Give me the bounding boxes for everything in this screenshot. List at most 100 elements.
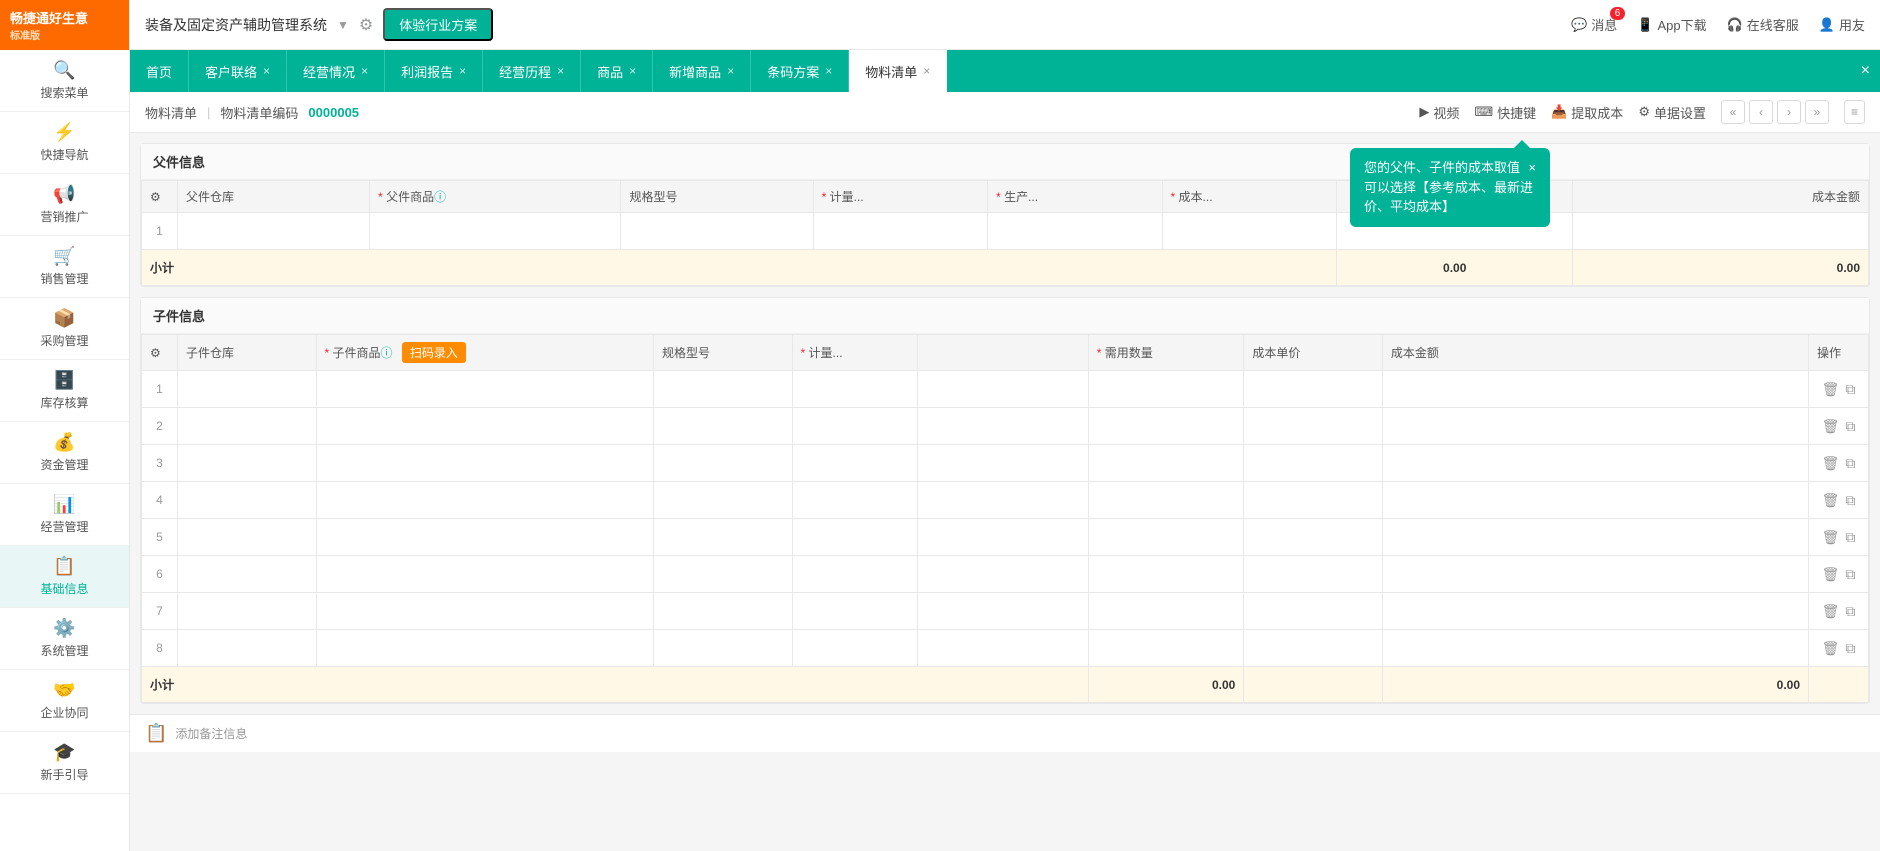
child-goods-4[interactable] (316, 482, 653, 519)
child-unit-7[interactable] (792, 593, 918, 630)
add-note-text[interactable]: 添加备注信息 (175, 725, 247, 742)
tab-bom[interactable]: 物料清单 × (849, 50, 947, 92)
child-goods-info-icon[interactable]: ⓘ (381, 346, 393, 360)
parent-spec-cell[interactable] (621, 213, 813, 250)
child-unit-4[interactable] (792, 482, 918, 519)
child-unit-cost-8[interactable] (1244, 630, 1383, 667)
parent-col-settings[interactable]: ⚙ (142, 181, 178, 213)
child-spec-7[interactable] (654, 593, 793, 630)
copy-row-4-icon[interactable]: ⧉ (1845, 492, 1855, 509)
child-warehouse-1[interactable] (178, 371, 317, 408)
child-quantity-8[interactable] (1088, 630, 1244, 667)
sidebar-item-purchase[interactable]: 📦 采购管理 (0, 298, 129, 360)
copy-row-7-icon[interactable]: ⧉ (1845, 603, 1855, 620)
first-page-button[interactable]: « (1721, 100, 1745, 124)
single-settings-button[interactable]: ⚙ 单据设置 (1638, 103, 1706, 122)
close-all-tabs-button[interactable]: × (1851, 62, 1880, 80)
child-unit-cost-4[interactable] (1244, 482, 1383, 519)
child-warehouse-6[interactable] (178, 556, 317, 593)
child-quantity-5[interactable] (1088, 519, 1244, 556)
trial-button[interactable]: 体验行业方案 (383, 8, 493, 41)
tab-profit-close[interactable]: × (459, 64, 466, 78)
child-quantity-7[interactable] (1088, 593, 1244, 630)
tooltip-close-button[interactable]: × (1528, 158, 1536, 178)
child-quantity-3[interactable] (1088, 445, 1244, 482)
child-unit-5[interactable] (792, 519, 918, 556)
delete-row-7-icon[interactable]: 🗑 (1822, 603, 1840, 620)
sidebar-item-newbie[interactable]: 🎓 新手引导 (0, 732, 129, 794)
breadcrumb-bom[interactable]: 物料清单 (145, 103, 197, 122)
delete-row-5-icon[interactable]: 🗑 (1822, 529, 1840, 546)
child-goods-5[interactable] (316, 519, 653, 556)
child-spec-6[interactable] (654, 556, 793, 593)
copy-row-1-icon[interactable]: ⧉ (1845, 381, 1855, 398)
child-warehouse-8[interactable] (178, 630, 317, 667)
child-goods-6[interactable] (316, 556, 653, 593)
tab-customers-close[interactable]: × (263, 64, 270, 78)
child-warehouse-7[interactable] (178, 593, 317, 630)
child-goods-1[interactable] (316, 371, 653, 408)
tab-operation-status-close[interactable]: × (361, 64, 368, 78)
shortcut-button[interactable]: ⌨ 快捷键 (1474, 103, 1536, 122)
gear-icon[interactable]: ⚙ (359, 15, 373, 35)
child-spec-3[interactable] (654, 445, 793, 482)
user-button[interactable]: 👤 用友 (1819, 15, 1865, 34)
sidebar-item-finance[interactable]: 💰 资金管理 (0, 422, 129, 484)
tab-home[interactable]: 首页 (130, 50, 189, 92)
next-page-button[interactable]: › (1777, 100, 1801, 124)
parent-produce-cell[interactable] (988, 213, 1162, 250)
sidebar-item-sales[interactable]: 🛒 销售管理 (0, 236, 129, 298)
copy-row-2-icon[interactable]: ⧉ (1845, 418, 1855, 435)
child-unit-6[interactable] (792, 556, 918, 593)
tab-barcode[interactable]: 条码方案 × (751, 50, 849, 92)
delete-row-2-icon[interactable]: 🗑 (1822, 418, 1840, 435)
parent-unit-cell[interactable] (813, 213, 987, 250)
child-unit-2[interactable] (792, 408, 918, 445)
delete-row-4-icon[interactable]: 🗑 (1822, 492, 1840, 509)
tab-new-goods-close[interactable]: × (727, 64, 734, 78)
child-spec-8[interactable] (654, 630, 793, 667)
sidebar-item-system[interactable]: ⚙️ 系统管理 (0, 608, 129, 670)
child-spec-5[interactable] (654, 519, 793, 556)
delete-row-8-icon[interactable]: 🗑 (1822, 640, 1840, 657)
child-unit-8[interactable] (792, 630, 918, 667)
tab-operation-status[interactable]: 经营情况 × (287, 50, 385, 92)
sidebar-item-quicknav[interactable]: ⚡ 快捷导航 (0, 112, 129, 174)
child-spec-1[interactable] (654, 371, 793, 408)
app-download-button[interactable]: 📱 App下载 (1637, 15, 1706, 34)
parent-goods-info-icon[interactable]: ⓘ (434, 190, 446, 204)
delete-row-3-icon[interactable]: 🗑 (1822, 455, 1840, 472)
view-video-button[interactable]: ▶ 视频 (1419, 103, 1459, 122)
child-unit-1[interactable] (792, 371, 918, 408)
child-goods-3[interactable] (316, 445, 653, 482)
child-goods-8[interactable] (316, 630, 653, 667)
child-warehouse-2[interactable] (178, 408, 317, 445)
extract-cost-button[interactable]: 📥 提取成本 (1551, 103, 1623, 122)
delete-row-1-icon[interactable]: 🗑 (1822, 381, 1840, 398)
sidebar-item-inventory[interactable]: 🗄️ 库存核算 (0, 360, 129, 422)
child-spec-2[interactable] (654, 408, 793, 445)
message-button[interactable]: 💬 消息 6 (1571, 15, 1617, 34)
child-unit-cost-1[interactable] (1244, 371, 1383, 408)
child-quantity-4[interactable] (1088, 482, 1244, 519)
topbar-dropdown-arrow[interactable]: ▼ (337, 18, 349, 32)
tab-barcode-close[interactable]: × (825, 64, 832, 78)
copy-row-3-icon[interactable]: ⧉ (1845, 455, 1855, 472)
copy-row-5-icon[interactable]: ⧉ (1845, 529, 1855, 546)
copy-row-6-icon[interactable]: ⧉ (1845, 566, 1855, 583)
sidebar-item-search[interactable]: 🔍 搜索菜单 (0, 50, 129, 112)
tab-history[interactable]: 经营历程 × (483, 50, 581, 92)
sidebar-item-collab[interactable]: 🤝 企业协同 (0, 670, 129, 732)
sidebar-item-operation[interactable]: 📊 经营管理 (0, 484, 129, 546)
child-quantity-2[interactable] (1088, 408, 1244, 445)
tab-customers[interactable]: 客户联络 × (189, 50, 287, 92)
tab-history-close[interactable]: × (557, 64, 564, 78)
sidebar-item-marketing[interactable]: 📢 营销推广 (0, 174, 129, 236)
child-warehouse-5[interactable] (178, 519, 317, 556)
child-quantity-6[interactable] (1088, 556, 1244, 593)
child-unit-cost-6[interactable] (1244, 556, 1383, 593)
delete-row-6-icon[interactable]: 🗑 (1822, 566, 1840, 583)
grid-view-button[interactable]: ≡ (1844, 100, 1865, 124)
child-warehouse-3[interactable] (178, 445, 317, 482)
child-unit-cost-5[interactable] (1244, 519, 1383, 556)
